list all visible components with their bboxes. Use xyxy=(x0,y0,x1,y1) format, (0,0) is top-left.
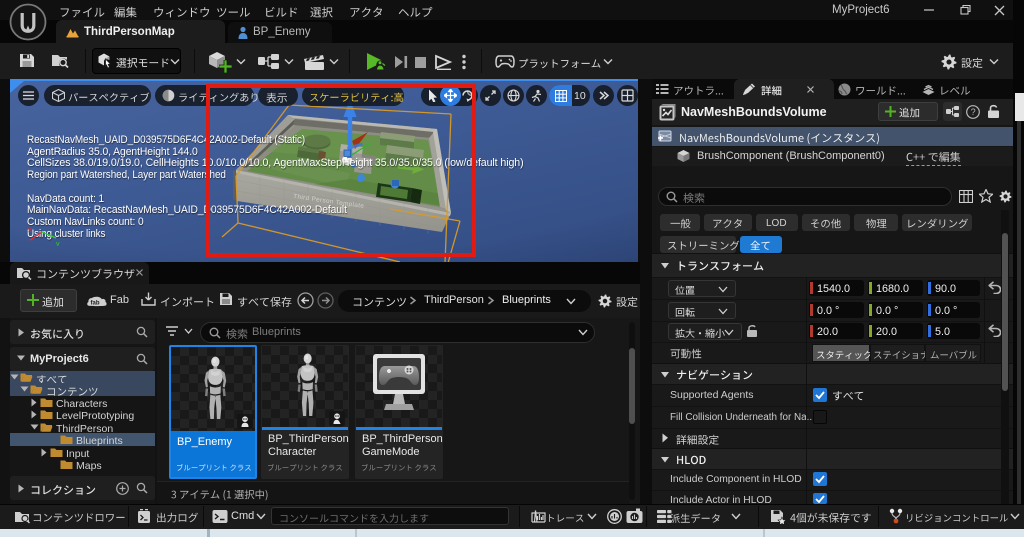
svg-text:fab: fab xyxy=(91,301,100,307)
svg-text:?: ? xyxy=(971,107,976,117)
svg-text:y: y xyxy=(56,241,60,246)
svg-text:x: x xyxy=(28,227,32,234)
